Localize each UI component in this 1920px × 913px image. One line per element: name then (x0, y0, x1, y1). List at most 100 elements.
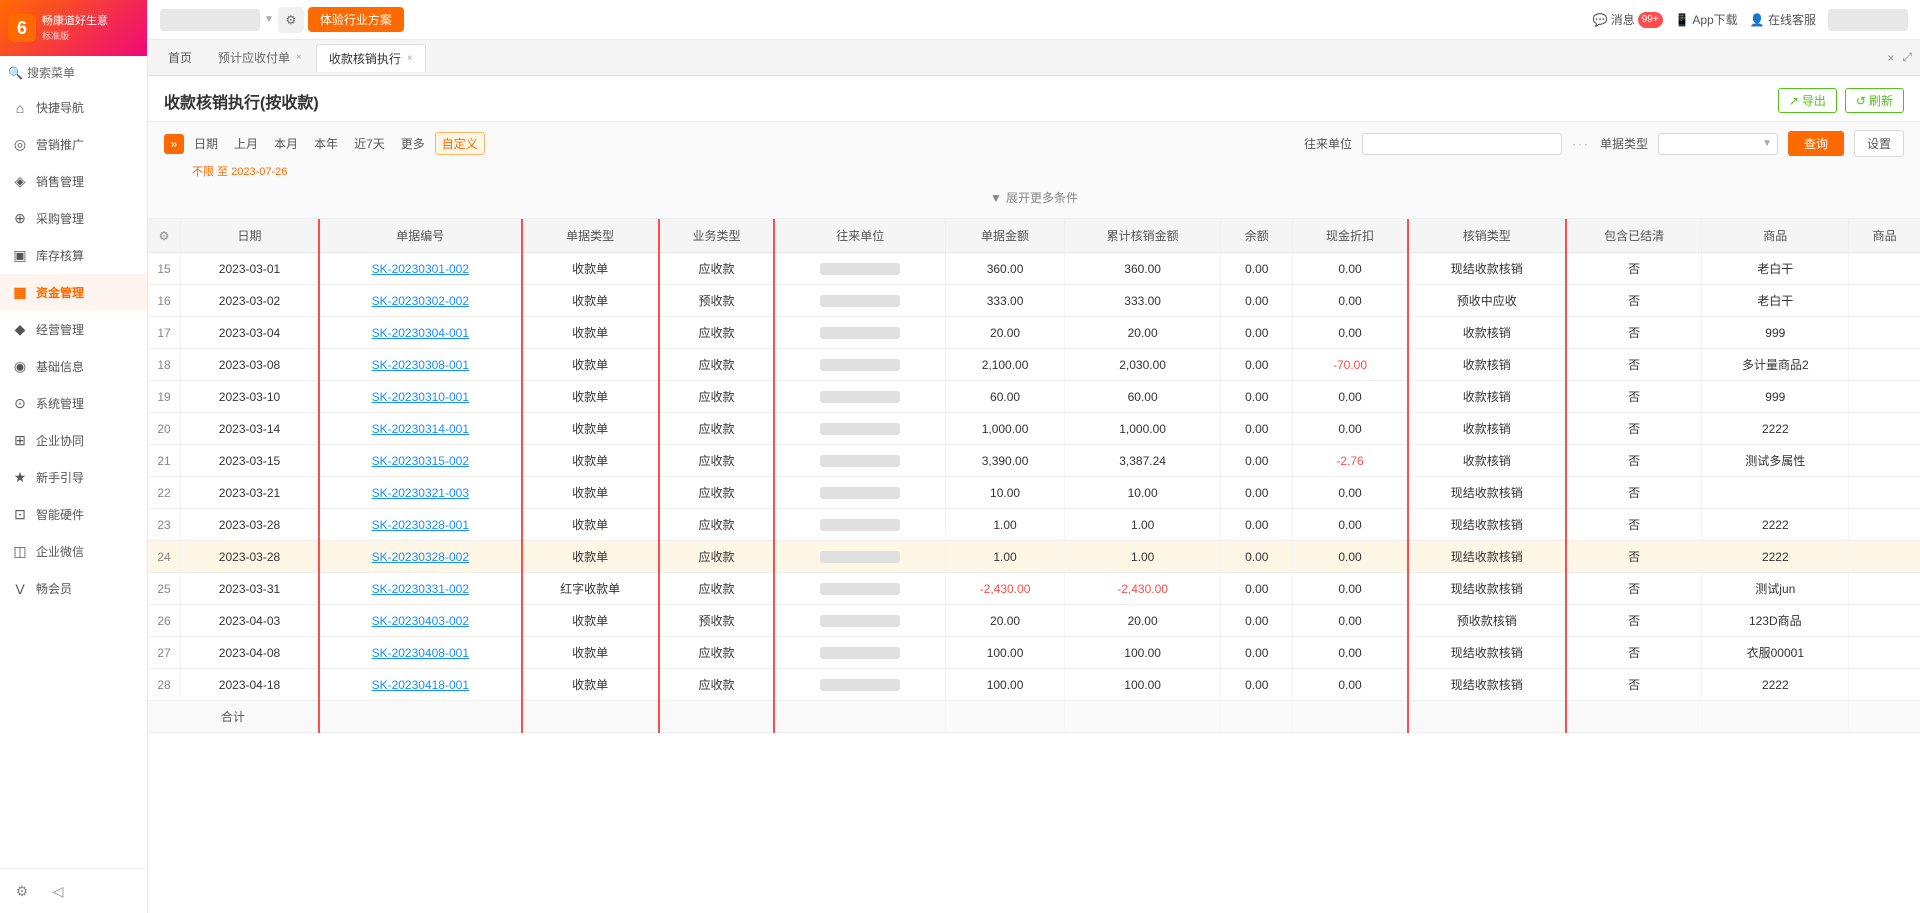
row-goods2 (1849, 637, 1920, 669)
row-amount: 1.00 (946, 541, 1065, 573)
phone-icon: 📱 (1675, 13, 1690, 27)
doc-type-select[interactable] (1658, 133, 1778, 155)
collapse-sidebar-btn[interactable]: ◁ (44, 877, 72, 905)
tab-close-writeoff[interactable]: × (407, 53, 413, 64)
row-doc-no: SK-20230310-001 (319, 381, 522, 413)
window-close-btn[interactable]: × (1887, 51, 1894, 65)
row-counterparty (774, 285, 945, 317)
sidebar-item-sales[interactable]: ◈ 销售管理 (0, 163, 147, 200)
row-biz-type: 应收款 (659, 413, 775, 445)
counterparty-input[interactable] (1362, 133, 1562, 155)
sidebar-item-system[interactable]: ⊙ 系统管理 (0, 385, 147, 422)
row-goods2 (1849, 541, 1920, 573)
row-write-off: 3,387.24 (1064, 445, 1220, 477)
export-button[interactable]: ↗ 导出 (1778, 88, 1837, 113)
row-write-type: 现结收款核销 (1408, 573, 1566, 605)
row-doc-no: SK-20230301-002 (319, 253, 522, 285)
col-write-type: 核销类型 (1408, 219, 1566, 253)
row-num: 22 (148, 477, 181, 509)
col-date: 日期 (181, 219, 319, 253)
row-doc-no: SK-20230328-001 (319, 509, 522, 541)
app-download-btn[interactable]: 📱 App下载 (1675, 11, 1738, 28)
finance-icon: ▦ (12, 285, 28, 301)
table-row: 24 2023-03-28 SK-20230328-002 收款单 应收款 1.… (148, 541, 1920, 573)
sidebar-item-member[interactable]: V 畅会员 (0, 570, 147, 607)
online-service-label: 在线客服 (1768, 13, 1816, 27)
solution-button[interactable]: 体验行业方案 (308, 7, 404, 32)
sidebar: 6 畅康道好生意 标准版 🔍 搜索菜单 ⌂ 快捷导航 ◎ 营销推广 ◈ 销售管理… (0, 0, 148, 913)
row-included: 否 (1566, 285, 1702, 317)
tab-writeoff-label: 收款核销执行 (329, 50, 401, 67)
sidebar-item-basics[interactable]: ◉ 基础信息 (0, 348, 147, 385)
table-header: ⚙ 日期 单据编号 单据类型 业务类型 往来单位 单据金额 累计核销金额 余额 … (148, 219, 1920, 253)
footer-doc-no (319, 701, 522, 733)
row-write-type: 收款核销 (1408, 413, 1566, 445)
tab-writeoff[interactable]: 收款核销执行 × (316, 44, 426, 72)
row-included: 否 (1566, 349, 1702, 381)
row-biz-type: 应收款 (659, 669, 775, 701)
row-doc-no: SK-20230304-001 (319, 317, 522, 349)
footer-cash-disc (1293, 701, 1408, 733)
tabbar: 首页 预计应收付单 × 收款核销执行 × × ⤢ (148, 40, 1920, 76)
sidebar-item-wechat[interactable]: ◫ 企业微信 (0, 533, 147, 570)
row-date: 2023-03-28 (181, 509, 319, 541)
row-goods1: 老白干 (1702, 285, 1849, 317)
row-doc-type: 收款单 (522, 445, 659, 477)
app-download-label: App下载 (1692, 13, 1737, 27)
tabbar-actions: × ⤢ (1887, 50, 1912, 65)
row-write-off: 20.00 (1064, 317, 1220, 349)
row-included: 否 (1566, 605, 1702, 637)
query-button[interactable]: 查询 (1788, 131, 1844, 156)
tab-close-receivable[interactable]: × (296, 52, 302, 63)
expand-icon: ▼ (990, 191, 1002, 205)
sidebar-item-inventory[interactable]: ▣ 库存核算 (0, 237, 147, 274)
sidebar-item-quick-nav[interactable]: ⌂ 快捷导航 (0, 89, 147, 126)
refresh-button[interactable]: ↺ 刷新 (1845, 88, 1904, 113)
sidebar-item-purchase[interactable]: ⊕ 采购管理 (0, 200, 147, 237)
row-goods2 (1849, 253, 1920, 285)
search-label: 搜索菜单 (27, 64, 75, 81)
row-included: 否 (1566, 637, 1702, 669)
row-num: 28 (148, 669, 181, 701)
sidebar-item-guide[interactable]: ★ 新手引导 (0, 459, 147, 496)
gear-button[interactable]: ⚙ (278, 7, 304, 33)
footer-included (1566, 701, 1702, 733)
row-date: 2023-03-02 (181, 285, 319, 317)
window-expand-btn[interactable]: ⤢ (1902, 50, 1912, 65)
date-7days[interactable]: 近7天 (348, 133, 391, 154)
sidebar-item-marketing[interactable]: ◎ 营销推广 (0, 126, 147, 163)
sidebar-item-finance[interactable]: ▦ 资金管理 (0, 274, 147, 311)
nav-label: 资金管理 (36, 284, 84, 301)
row-doc-type: 红字收款单 (522, 573, 659, 605)
row-goods2 (1849, 413, 1920, 445)
online-service-btn[interactable]: 👤 在线客服 (1750, 11, 1816, 28)
tab-home[interactable]: 首页 (156, 44, 204, 72)
row-date: 2023-03-04 (181, 317, 319, 349)
row-biz-type: 应收款 (659, 637, 775, 669)
sidebar-item-hardware[interactable]: ⊡ 智能硬件 (0, 496, 147, 533)
filter-expand-btn[interactable]: » (164, 134, 184, 154)
table-row: 21 2023-03-15 SK-20230315-002 收款单 应收款 3,… (148, 445, 1920, 477)
sidebar-item-corp[interactable]: ⊞ 企业协同 (0, 422, 147, 459)
sidebar-item-operations[interactable]: ◆ 经营管理 (0, 311, 147, 348)
tab-receivable[interactable]: 预计应收付单 × (206, 44, 314, 72)
date-last-month[interactable]: 上月 (228, 133, 264, 154)
row-balance: 0.00 (1221, 317, 1293, 349)
date-custom-btn[interactable]: 自定义 (435, 132, 485, 155)
search-menu[interactable]: 🔍 搜索菜单 (0, 56, 147, 89)
expand-conditions-btn[interactable]: ▼ 展开更多条件 (164, 185, 1904, 210)
messages-btn[interactable]: 💬 消息 99+ (1593, 11, 1663, 28)
col-settings-icon[interactable]: ⚙ (156, 228, 172, 244)
row-cash-disc: 0.00 (1293, 413, 1408, 445)
row-write-type: 现结收款核销 (1408, 253, 1566, 285)
row-biz-type: 应收款 (659, 541, 775, 573)
settings-footer-btn[interactable]: ⚙ (8, 877, 36, 905)
message-icon: 💬 (1593, 13, 1608, 27)
row-num: 25 (148, 573, 181, 605)
date-this-month[interactable]: 本月 (268, 133, 304, 154)
nav-label: 库存核算 (36, 247, 84, 264)
settings-button[interactable]: 设置 (1854, 130, 1904, 157)
date-this-year[interactable]: 本年 (308, 133, 344, 154)
date-more[interactable]: 更多 (395, 133, 431, 154)
row-doc-no: SK-20230328-002 (319, 541, 522, 573)
